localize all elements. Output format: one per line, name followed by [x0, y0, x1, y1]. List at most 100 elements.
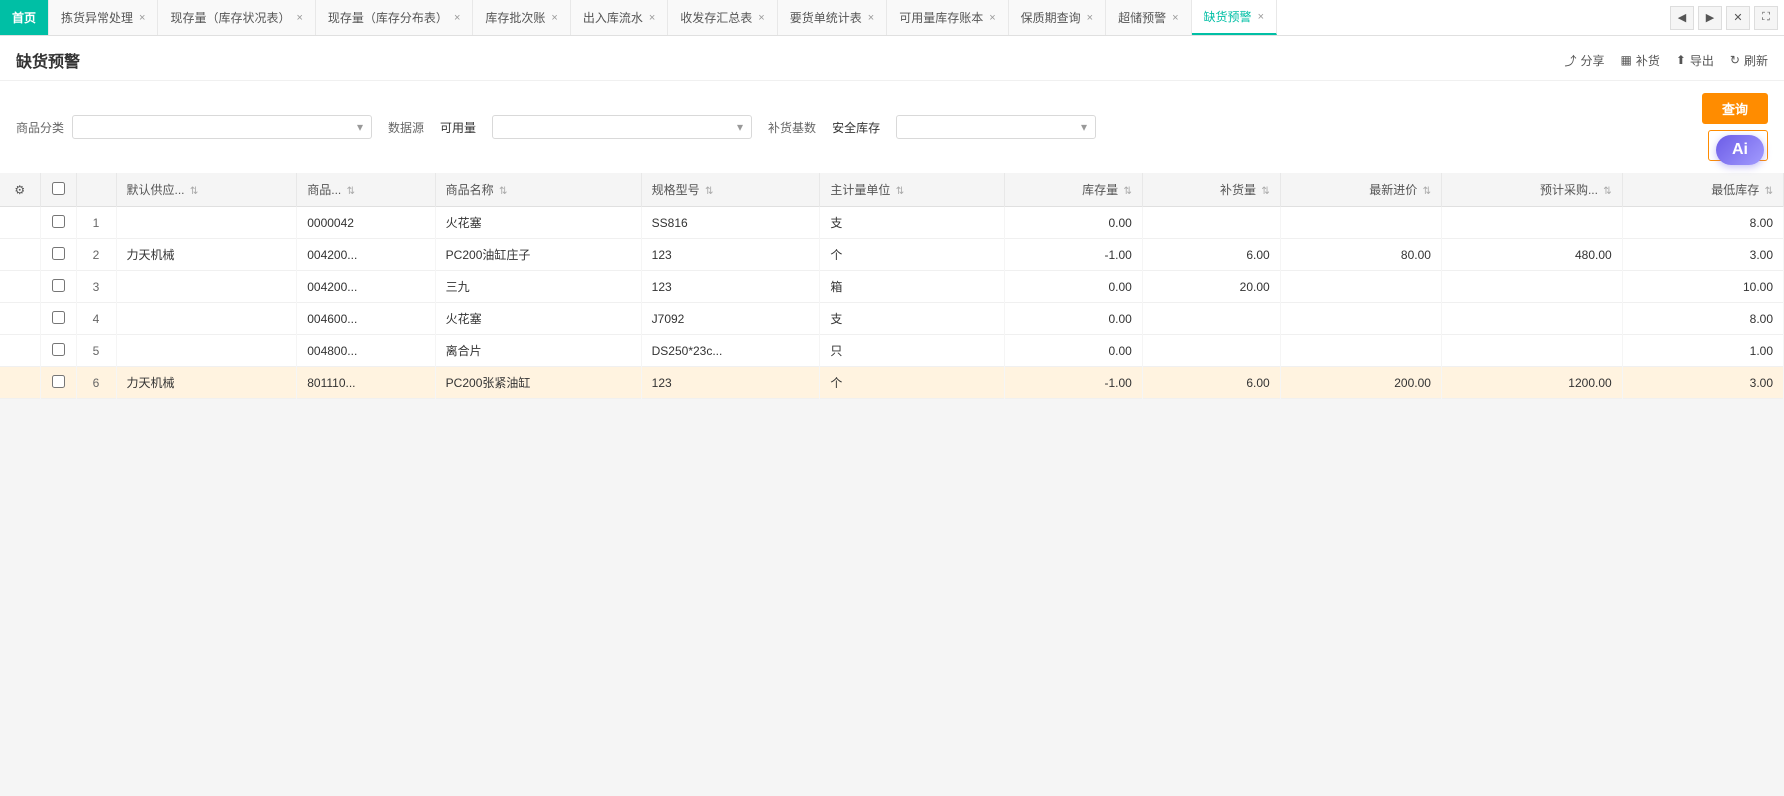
row-check-cell[interactable] [40, 303, 76, 335]
product-name-sort-icon: ⇅ [499, 186, 507, 197]
col-header-gear[interactable]: ⚙ [0, 173, 40, 207]
tab-demand-stat[interactable]: 要货单统计表 × [778, 0, 887, 35]
col-header-latest-price[interactable]: 最新进价 ⇅ [1280, 173, 1441, 207]
col-header-product-name[interactable]: 商品名称 ⇅ [435, 173, 641, 207]
tab-expiry[interactable]: 保质期查询 × [1009, 0, 1106, 35]
tab-next-button[interactable]: ▶ [1698, 6, 1722, 30]
tab-batch[interactable]: 库存批次账 × [473, 0, 570, 35]
tab-demand-stat-close[interactable]: × [868, 12, 874, 24]
refresh-label: 刷新 [1744, 52, 1768, 69]
row-num: 5 [76, 335, 116, 367]
row-checkbox[interactable] [52, 311, 65, 324]
category-filter-group: 商品分类 ▾ [16, 115, 372, 139]
row-gear-cell [0, 239, 40, 271]
col-header-spec[interactable]: 规格型号 ⇅ [641, 173, 820, 207]
tab-overstock-close[interactable]: × [1172, 12, 1178, 24]
tab-shortage-close[interactable]: × [1258, 11, 1264, 23]
table-row: 1 0000042 火花塞 SS816 支 0.00 8.00 [0, 207, 1784, 239]
row-est-purchase: 1200.00 [1441, 367, 1622, 399]
supplier-sort-icon: ⇅ [190, 186, 198, 197]
tab-shortage-label: 缺货预警 [1204, 8, 1252, 25]
page-header: 缺货预警 ⤴ 分享 ▦ 补货 ⬆ 导出 ↻ 刷新 [0, 36, 1784, 81]
col-header-supplier[interactable]: 默认供应... ⇅ [116, 173, 297, 207]
table-row: 3 004200... 三九 123 箱 0.00 20.00 10.00 [0, 271, 1784, 303]
row-unit: 个 [820, 367, 1005, 399]
col-header-replenish[interactable]: 补货量 ⇅ [1142, 173, 1280, 207]
tab-available-ledger[interactable]: 可用量库存账本 × [887, 0, 1008, 35]
tab-inout-flow-close[interactable]: × [649, 12, 655, 24]
tab-close-all-button[interactable]: ✕ [1726, 6, 1750, 30]
refresh-icon: ↻ [1730, 53, 1740, 67]
replenish-base-select[interactable]: ▾ [896, 115, 1096, 139]
refresh-button[interactable]: ↻ 刷新 [1730, 52, 1768, 69]
row-replenish [1142, 335, 1280, 367]
row-est-purchase [1441, 207, 1622, 239]
row-checkbox[interactable] [52, 279, 65, 292]
share-button[interactable]: ⤴ 分享 [1564, 52, 1604, 69]
export-button[interactable]: ⬆ 导出 [1676, 52, 1714, 69]
row-num: 2 [76, 239, 116, 271]
row-num: 3 [76, 271, 116, 303]
tab-inventory-status-close[interactable]: × [296, 12, 302, 24]
tab-overstock[interactable]: 超储预警 × [1106, 0, 1191, 35]
tab-available-ledger-close[interactable]: × [989, 12, 995, 24]
tab-inventory-dist[interactable]: 现存量（库存分布表） × [316, 0, 473, 35]
row-unit: 支 [820, 303, 1005, 335]
col-header-check[interactable] [40, 173, 76, 207]
row-checkbox[interactable] [52, 215, 65, 228]
row-checkbox[interactable] [52, 375, 65, 388]
row-check-cell[interactable] [40, 367, 76, 399]
tab-receive-summary[interactable]: 收发存汇总表 × [668, 0, 777, 35]
row-num: 1 [76, 207, 116, 239]
row-check-cell[interactable] [40, 335, 76, 367]
min-stock-sort-icon: ⇅ [1765, 186, 1773, 197]
row-stock: -1.00 [1004, 367, 1142, 399]
col-header-est-purchase[interactable]: 预计采购... ⇅ [1441, 173, 1622, 207]
replenish-button[interactable]: ▦ 补货 [1620, 52, 1659, 69]
tab-inventory-status[interactable]: 现存量（库存状况表） × [158, 0, 315, 35]
filter-bar: 商品分类 ▾ 数据源 可用量 ▾ 补货基数 安全库存 ▾ 查询 设置 [0, 81, 1784, 173]
col-header-product-code[interactable]: 商品... ⇅ [297, 173, 435, 207]
row-check-cell[interactable] [40, 271, 76, 303]
col-header-min-stock[interactable]: 最低库存 ⇅ [1622, 173, 1783, 207]
col-header-stock[interactable]: 库存量 ⇅ [1004, 173, 1142, 207]
tab-expand-button[interactable]: ⛶ [1754, 6, 1778, 30]
replenish-icon: ▦ [1620, 53, 1631, 67]
row-supplier [116, 335, 297, 367]
tab-prev-button[interactable]: ◀ [1670, 6, 1694, 30]
tab-home[interactable]: 首页 [0, 0, 49, 35]
row-check-cell[interactable] [40, 207, 76, 239]
ai-badge[interactable]: Ai [1716, 135, 1764, 165]
tab-shortage[interactable]: 缺货预警 × [1192, 0, 1277, 35]
row-checkbox[interactable] [52, 343, 65, 356]
col-stock-label: 库存量 [1082, 183, 1118, 197]
replenish-base-value: 安全库存 [824, 119, 888, 136]
row-gear-cell [0, 303, 40, 335]
col-replenish-label: 补货量 [1220, 183, 1256, 197]
tab-inout-flow[interactable]: 出入库流水 × [571, 0, 668, 35]
tab-exception-label: 拣货异常处理 [61, 9, 133, 26]
col-header-unit[interactable]: 主计量单位 ⇅ [820, 173, 1005, 207]
tab-expiry-close[interactable]: × [1087, 12, 1093, 24]
row-check-cell[interactable] [40, 239, 76, 271]
tab-exception-close[interactable]: × [139, 12, 145, 24]
row-min-stock: 8.00 [1622, 303, 1783, 335]
tab-inventory-dist-close[interactable]: × [454, 12, 460, 24]
tab-inventory-dist-label: 现存量（库存分布表） [328, 9, 448, 26]
datasource-dropdown-icon: ▾ [737, 120, 743, 134]
datasource-value: 可用量 [432, 119, 484, 136]
row-latest-price [1280, 207, 1441, 239]
tab-exception[interactable]: 拣货异常处理 × [49, 0, 158, 35]
query-button[interactable]: 查询 [1702, 93, 1768, 124]
row-replenish: 20.00 [1142, 271, 1280, 303]
row-checkbox[interactable] [52, 247, 65, 260]
row-est-purchase [1441, 335, 1622, 367]
tab-batch-close[interactable]: × [551, 12, 557, 24]
select-all-checkbox[interactable] [52, 182, 65, 195]
category-select[interactable]: ▾ [72, 115, 372, 139]
data-table: ⚙ 默认供应... ⇅ 商品... ⇅ 商品名称 [0, 173, 1784, 399]
datasource-select[interactable]: ▾ [492, 115, 752, 139]
col-latest-price-label: 最新进价 [1369, 183, 1417, 197]
row-latest-price [1280, 335, 1441, 367]
tab-receive-summary-close[interactable]: × [758, 12, 764, 24]
